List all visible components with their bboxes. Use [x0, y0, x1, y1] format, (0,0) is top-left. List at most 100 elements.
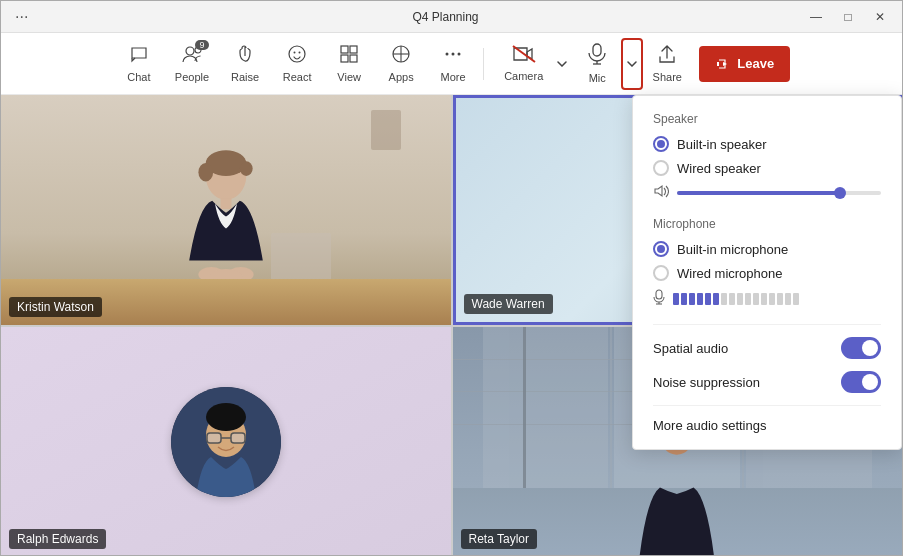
volume-thumb[interactable]: [834, 187, 846, 199]
camera-dropdown-arrow[interactable]: [551, 38, 573, 90]
level-bar-4: [697, 293, 703, 305]
view-label: View: [337, 71, 361, 83]
level-bar-7: [721, 293, 727, 305]
mic-builtin-option[interactable]: Built-in microphone: [653, 241, 881, 257]
people-icon: 9: [181, 44, 203, 69]
noise-suppression-row: Noise suppression: [653, 371, 881, 393]
svg-rect-16: [593, 44, 601, 56]
raise-button[interactable]: Raise: [219, 38, 271, 90]
minimize-button[interactable]: —: [802, 7, 830, 27]
chat-icon: [129, 44, 149, 69]
mic-wired-radio[interactable]: [653, 265, 669, 281]
apps-button[interactable]: Apps: [375, 38, 427, 90]
camera-button[interactable]: Camera: [496, 38, 551, 90]
mic-label: Mic: [589, 72, 606, 84]
level-bar-14: [777, 293, 783, 305]
speaker-builtin-option[interactable]: Built-in speaker: [653, 136, 881, 152]
level-bar-16: [793, 293, 799, 305]
name-tag-kristin: Kristin Watson: [9, 297, 102, 317]
level-bar-1: [673, 293, 679, 305]
share-icon: [657, 44, 677, 69]
mic-level-bars: [673, 293, 799, 305]
leave-label: Leave: [737, 56, 774, 71]
svg-rect-6: [350, 46, 357, 53]
window-controls: — □ ✕: [802, 7, 894, 27]
volume-icon: [653, 184, 669, 201]
spatial-audio-toggle[interactable]: [841, 337, 881, 359]
view-button[interactable]: View: [323, 38, 375, 90]
panel-divider-2: [653, 405, 881, 406]
mic-level-row: [653, 289, 881, 308]
svg-rect-39: [656, 290, 662, 299]
audio-panel: Speaker Built-in speaker Wired speaker: [632, 95, 902, 450]
apps-label: Apps: [389, 71, 414, 83]
svg-point-0: [186, 47, 194, 55]
svg-point-32: [206, 403, 246, 431]
svg-rect-34: [231, 433, 245, 443]
chat-button[interactable]: Chat: [113, 38, 165, 90]
speaker-section-title: Speaker: [653, 112, 881, 126]
react-label: React: [283, 71, 312, 83]
speaker-wired-label: Wired speaker: [677, 161, 761, 176]
leave-button[interactable]: Leave: [699, 46, 790, 82]
svg-point-4: [299, 52, 301, 54]
video-cell-kristin: Kristin Watson: [1, 95, 451, 325]
name-tag-wade: Wade Warren: [464, 294, 553, 314]
close-button[interactable]: ✕: [866, 7, 894, 27]
mic-icon: [588, 43, 606, 70]
view-icon: [339, 44, 359, 69]
svg-point-23: [240, 161, 253, 176]
video-cell-ralph: Ralph Edwards: [1, 327, 451, 556]
level-bar-13: [769, 293, 775, 305]
svg-rect-24: [220, 198, 231, 209]
window-title: Q4 Planning: [89, 10, 802, 24]
title-bar-more[interactable]: ···: [9, 8, 34, 26]
chat-label: Chat: [127, 71, 150, 83]
level-bar-10: [745, 293, 751, 305]
noise-suppression-label: Noise suppression: [653, 375, 760, 390]
panel-divider-1: [653, 324, 881, 325]
speaker-builtin-radio[interactable]: [653, 136, 669, 152]
main-content: Kristin Watson Wade Warren: [1, 95, 902, 556]
speaker-wired-option[interactable]: Wired speaker: [653, 160, 881, 176]
camera-label: Camera: [504, 70, 543, 82]
more-button[interactable]: More: [427, 38, 479, 90]
raise-label: Raise: [231, 71, 259, 83]
level-bar-5: [705, 293, 711, 305]
mic-dropdown-arrow[interactable]: [621, 38, 643, 90]
svg-rect-33: [207, 433, 221, 443]
mic-button[interactable]: Mic: [573, 38, 621, 90]
level-bar-11: [753, 293, 759, 305]
speaker-wired-radio[interactable]: [653, 160, 669, 176]
volume-row: [653, 184, 881, 201]
mic-builtin-label: Built-in microphone: [677, 242, 788, 257]
spatial-audio-label: Spatial audio: [653, 341, 728, 356]
volume-slider[interactable]: [677, 191, 881, 195]
svg-point-22: [198, 163, 213, 181]
svg-point-3: [294, 52, 296, 54]
name-tag-ralph: Ralph Edwards: [9, 529, 106, 549]
people-label: People: [175, 71, 209, 83]
svg-point-12: [446, 53, 449, 56]
speaker-builtin-label: Built-in speaker: [677, 137, 767, 152]
react-button[interactable]: React: [271, 38, 323, 90]
mic-wired-option[interactable]: Wired microphone: [653, 265, 881, 281]
level-bar-8: [729, 293, 735, 305]
toolbar-tools-group: Chat 9 People Raise: [113, 38, 479, 90]
level-bar-9: [737, 293, 743, 305]
noise-suppression-toggle[interactable]: [841, 371, 881, 393]
mic-level-icon: [653, 289, 665, 308]
svg-rect-19: [717, 62, 719, 66]
media-controls: Camera Mic: [496, 38, 790, 90]
apps-icon: [391, 44, 411, 69]
people-button[interactable]: 9 People: [165, 38, 219, 90]
more-audio-settings-link[interactable]: More audio settings: [653, 418, 881, 433]
maximize-button[interactable]: □: [834, 7, 862, 27]
toolbar: Chat 9 People Raise: [1, 33, 902, 95]
mic-builtin-radio[interactable]: [653, 241, 669, 257]
svg-rect-7: [341, 55, 348, 62]
level-bar-15: [785, 293, 791, 305]
share-button[interactable]: Share: [643, 38, 691, 90]
raise-icon: [235, 44, 255, 69]
camera-off-icon: [512, 45, 536, 68]
